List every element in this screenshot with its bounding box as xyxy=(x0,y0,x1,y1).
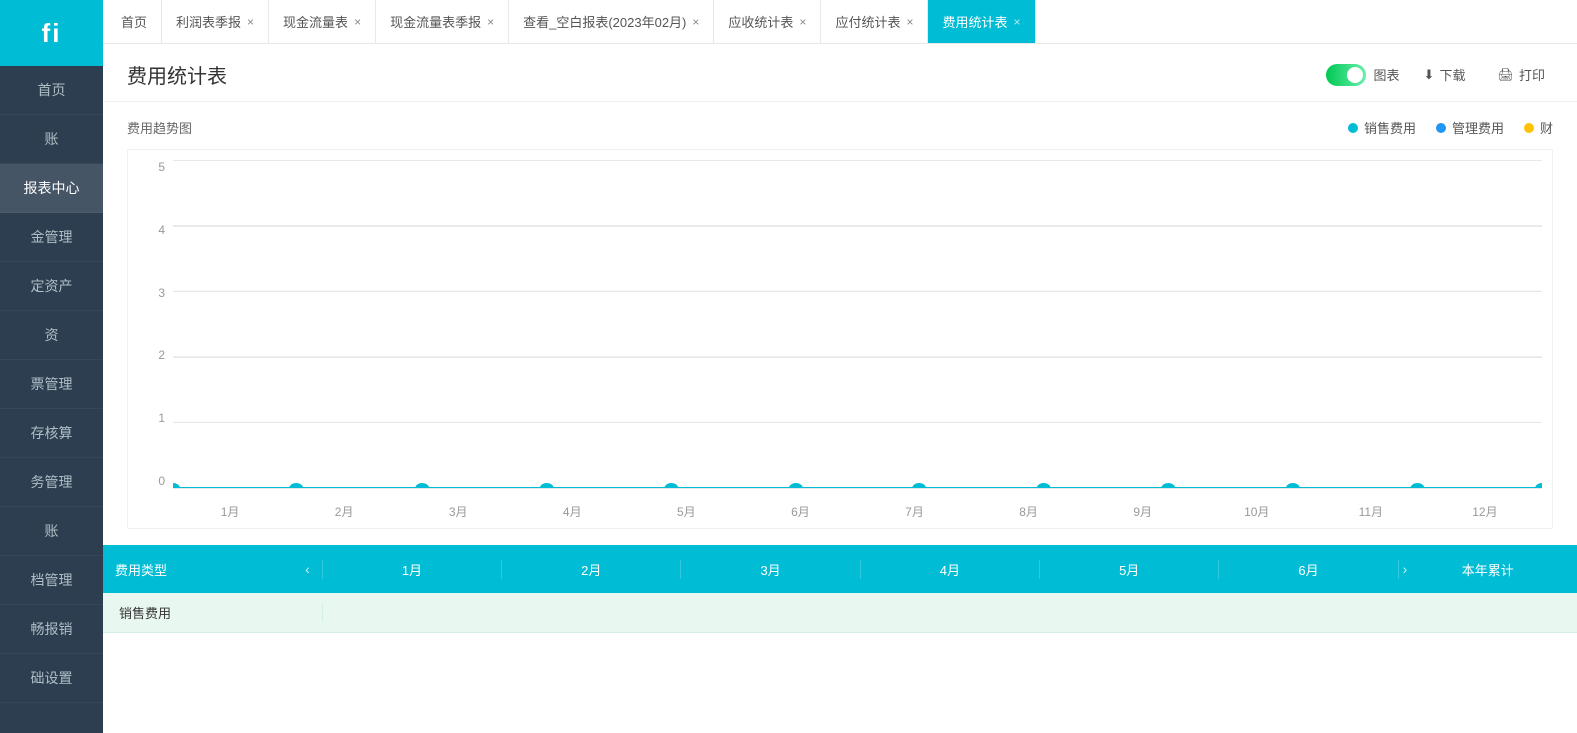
next-month-arrow[interactable]: › xyxy=(1403,561,1408,577)
sidebar-item-accounts[interactable]: 账 xyxy=(0,115,103,164)
th-type: 费用类型 ‹ xyxy=(103,560,323,579)
chart-x-axis: 1月 2月 3月 4月 5月 6月 7月 8月 9月 10月 11月 12月 xyxy=(173,503,1542,520)
sidebar-item-assets[interactable]: 定资产 xyxy=(0,262,103,311)
table-section: 费用类型 ‹ 1月 2月 3月 4月 xyxy=(103,545,1577,733)
sidebar-item-expenses[interactable]: 畅报销 xyxy=(0,605,103,654)
page-content: 费用统计表 图表 ⬇ 下载 🖨 打印 xyxy=(103,44,1577,733)
x-label-4: 4月 xyxy=(515,503,629,520)
sidebar-item-settings[interactable]: 础设置 xyxy=(0,654,103,703)
x-label-10: 10月 xyxy=(1200,503,1314,520)
legend-finance: 财 xyxy=(1524,118,1553,137)
th-m5: 5月 xyxy=(1040,560,1219,579)
app-logo: fi xyxy=(0,0,103,66)
tab-receivable[interactable]: 应收统计表 × xyxy=(714,0,821,44)
legend-admin: 管理费用 xyxy=(1436,118,1504,137)
th-m1: 1月 xyxy=(323,560,502,579)
sidebar: fi 首页 账 报表中心 金管理 定资产 资 票管理 存核算 务管理 账 xyxy=(0,0,103,733)
page-header: 费用统计表 图表 ⬇ 下载 🖨 打印 xyxy=(103,44,1577,102)
sidebar-item-inventory[interactable]: 存核算 xyxy=(0,409,103,458)
tab-close-cashflow[interactable]: × xyxy=(354,15,361,29)
th-m4: 4月 xyxy=(861,560,1040,579)
x-label-12: 12月 xyxy=(1428,503,1542,520)
legend-dot-finance xyxy=(1524,123,1534,133)
th-m3: 3月 xyxy=(681,560,860,579)
tab-cashflow-season[interactable]: 现金流量表季报 × xyxy=(376,0,509,44)
x-label-1: 1月 xyxy=(173,503,287,520)
main-area: 首页 利润表季报 × 现金流量表 × 现金流量表季报 × 查看_空白报表(202… xyxy=(103,0,1577,733)
chart-section: 费用趋势图 销售费用 管理费用 财 xyxy=(103,102,1577,545)
sidebar-item-ledger[interactable]: 账 xyxy=(0,507,103,556)
tab-blank-report[interactable]: 查看_空白报表(2023年02月) × xyxy=(509,0,714,44)
tab-close-profit[interactable]: × xyxy=(247,15,254,29)
print-button[interactable]: 🖨 打印 xyxy=(1489,61,1553,88)
tab-home[interactable]: 首页 xyxy=(107,0,162,44)
tab-bar: 首页 利润表季报 × 现金流量表 × 现金流量表季报 × 查看_空白报表(202… xyxy=(103,0,1577,44)
x-label-6: 6月 xyxy=(743,503,857,520)
tab-close-cashflow-season[interactable]: × xyxy=(487,15,494,29)
tab-close-expense-stats[interactable]: × xyxy=(1013,15,1020,29)
table-row: 销售费用 xyxy=(103,593,1577,633)
th-m2: 2月 xyxy=(502,560,681,579)
header-actions: 图表 ⬇ 下载 🖨 打印 xyxy=(1326,61,1553,88)
x-label-5: 5月 xyxy=(629,503,743,520)
table-header: 费用类型 ‹ 1月 2月 3月 4月 xyxy=(103,545,1577,593)
sidebar-item-invoice[interactable]: 票管理 xyxy=(0,360,103,409)
x-label-8: 8月 xyxy=(972,503,1086,520)
download-button[interactable]: ⬇ 下载 xyxy=(1416,61,1474,88)
print-icon: 🖨 xyxy=(1497,67,1514,83)
th-m6: 6月 xyxy=(1219,560,1398,579)
chart-container: 5 4 3 2 1 0 xyxy=(127,149,1553,529)
td-type-0: 销售费用 xyxy=(103,603,323,622)
tab-close-blank-report[interactable]: × xyxy=(692,15,699,29)
chart-legend: 销售费用 管理费用 财 xyxy=(1348,118,1553,137)
chart-toggle[interactable] xyxy=(1326,64,1366,86)
sidebar-item-capital[interactable]: 资 xyxy=(0,311,103,360)
legend-dot-admin xyxy=(1436,123,1446,133)
x-label-3: 3月 xyxy=(401,503,515,520)
x-label-7: 7月 xyxy=(857,503,971,520)
sidebar-item-funds[interactable]: 金管理 xyxy=(0,213,103,262)
legend-dot-sales xyxy=(1348,123,1358,133)
legend-sales: 销售费用 xyxy=(1348,118,1416,137)
tab-expense-stats[interactable]: 费用统计表 × xyxy=(928,0,1035,44)
download-icon: ⬇ xyxy=(1424,67,1435,83)
x-label-11: 11月 xyxy=(1314,503,1428,520)
chart-header: 费用趋势图 销售费用 管理费用 财 xyxy=(127,118,1553,137)
chart-svg xyxy=(173,160,1542,488)
chart-y-axis: 5 4 3 2 1 0 xyxy=(128,160,173,488)
page-title: 费用统计表 xyxy=(127,60,227,89)
tab-close-receivable[interactable]: × xyxy=(799,15,806,29)
th-ytd: › 本年累计 xyxy=(1399,560,1577,579)
chart-toggle-label: 图表 xyxy=(1374,65,1400,84)
x-label-9: 9月 xyxy=(1086,503,1200,520)
tab-payable[interactable]: 应付统计表 × xyxy=(821,0,928,44)
chart-title: 费用趋势图 xyxy=(127,118,192,137)
sidebar-item-service[interactable]: 务管理 xyxy=(0,458,103,507)
tab-profit[interactable]: 利润表季报 × xyxy=(162,0,269,44)
tab-cashflow[interactable]: 现金流量表 × xyxy=(269,0,376,44)
tab-close-payable[interactable]: × xyxy=(906,15,913,29)
chart-toggle-container: 图表 xyxy=(1326,64,1400,86)
sidebar-item-home[interactable]: 首页 xyxy=(0,66,103,115)
sidebar-item-archives[interactable]: 档管理 xyxy=(0,556,103,605)
prev-month-arrow[interactable]: ‹ xyxy=(305,561,310,577)
x-label-2: 2月 xyxy=(287,503,401,520)
sidebar-item-reports[interactable]: 报表中心 xyxy=(0,164,103,213)
